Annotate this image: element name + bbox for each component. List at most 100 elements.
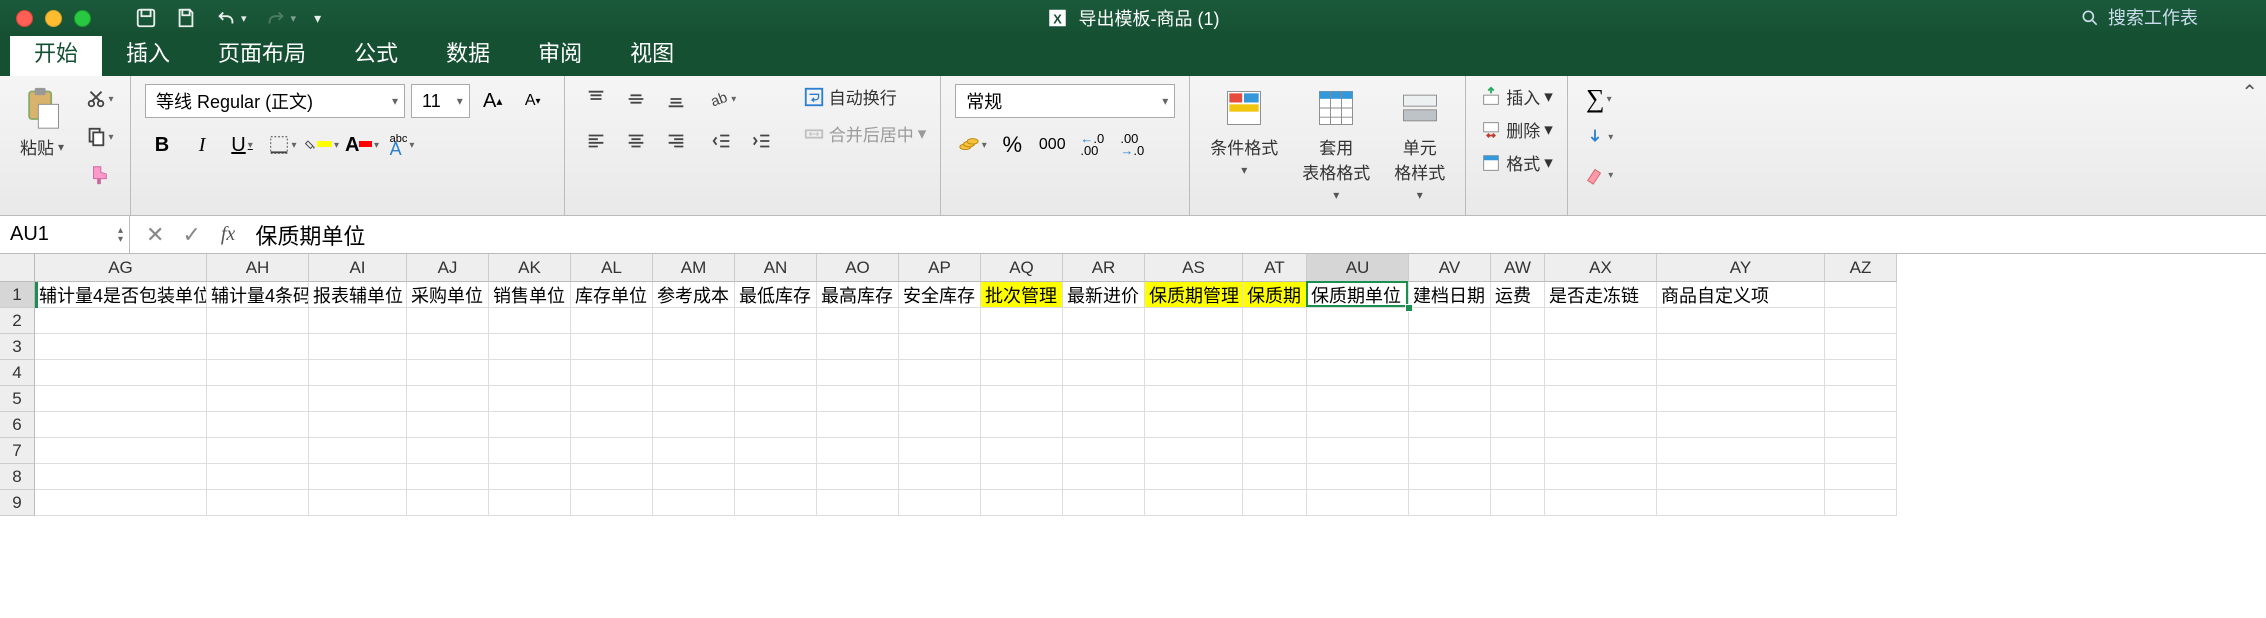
cell-AW6[interactable] <box>1491 412 1545 438</box>
cell-styles-button[interactable]: 单元 格样式▾ <box>1388 84 1451 204</box>
cell-AJ6[interactable] <box>407 412 489 438</box>
col-header-AJ[interactable]: AJ <box>407 254 489 282</box>
cell-AU4[interactable] <box>1307 360 1409 386</box>
tab-review[interactable]: 审阅 <box>514 30 606 76</box>
cell-AH6[interactable] <box>207 412 309 438</box>
cell-AP8[interactable] <box>899 464 981 490</box>
cell-AQ9[interactable] <box>981 490 1063 516</box>
cell-AY6[interactable] <box>1657 412 1825 438</box>
cell-AW8[interactable] <box>1491 464 1545 490</box>
cell-AJ2[interactable] <box>407 308 489 334</box>
cell-AV2[interactable] <box>1409 308 1491 334</box>
comma-button[interactable]: 000 <box>1035 130 1069 160</box>
col-header-AP[interactable]: AP <box>899 254 981 282</box>
insert-cells-button[interactable]: 插入▾ <box>1480 84 1553 109</box>
cell-AK1[interactable]: 销售单位 <box>489 282 571 308</box>
wrap-text-button[interactable]: 自动换行 <box>803 84 897 109</box>
fx-icon[interactable]: fx <box>217 223 247 246</box>
cell-AR6[interactable] <box>1063 412 1145 438</box>
minimize-window-button[interactable] <box>45 10 62 27</box>
cell-AV4[interactable] <box>1409 360 1491 386</box>
cell-AY8[interactable] <box>1657 464 1825 490</box>
cell-AM6[interactable] <box>653 412 735 438</box>
cell-AT9[interactable] <box>1243 490 1307 516</box>
col-header-AO[interactable]: AO <box>817 254 899 282</box>
cut-button[interactable]: ▾ <box>82 84 116 114</box>
cell-AH2[interactable] <box>207 308 309 334</box>
cell-AW2[interactable] <box>1491 308 1545 334</box>
cell-AM1[interactable]: 参考成本 <box>653 282 735 308</box>
cell-AL6[interactable] <box>571 412 653 438</box>
percent-button[interactable]: % <box>995 130 1029 160</box>
cell-AH7[interactable] <box>207 438 309 464</box>
cell-AZ5[interactable] <box>1825 386 1897 412</box>
col-header-AK[interactable]: AK <box>489 254 571 282</box>
close-window-button[interactable] <box>16 10 33 27</box>
cell-AR5[interactable] <box>1063 386 1145 412</box>
cell-AP6[interactable] <box>899 412 981 438</box>
col-header-AG[interactable]: AG <box>35 254 207 282</box>
cell-AY2[interactable] <box>1657 308 1825 334</box>
cell-AZ2[interactable] <box>1825 308 1897 334</box>
cell-AU1[interactable]: 保质期单位 <box>1307 282 1409 308</box>
cell-AO3[interactable] <box>817 334 899 360</box>
currency-button[interactable]: ▾ <box>955 130 989 160</box>
col-header-AU[interactable]: AU <box>1307 254 1409 282</box>
cell-AX2[interactable] <box>1545 308 1657 334</box>
cell-AM7[interactable] <box>653 438 735 464</box>
cell-AO4[interactable] <box>817 360 899 386</box>
fill-color-button[interactable]: ▾ <box>305 130 339 160</box>
cell-AI1[interactable]: 报表辅单位 <box>309 282 407 308</box>
align-top-button[interactable] <box>579 84 613 114</box>
cell-AL5[interactable] <box>571 386 653 412</box>
cell-AJ8[interactable] <box>407 464 489 490</box>
cell-AZ7[interactable] <box>1825 438 1897 464</box>
cell-AP1[interactable]: 安全库存 <box>899 282 981 308</box>
decrease-decimal-button[interactable]: .00→.0 <box>1115 130 1149 160</box>
cell-AW1[interactable]: 运费 <box>1491 282 1545 308</box>
col-header-AH[interactable]: AH <box>207 254 309 282</box>
cell-AX7[interactable] <box>1545 438 1657 464</box>
cell-AX4[interactable] <box>1545 360 1657 386</box>
cell-AM5[interactable] <box>653 386 735 412</box>
cell-AS8[interactable] <box>1145 464 1243 490</box>
align-middle-button[interactable] <box>619 84 653 114</box>
cell-AY9[interactable] <box>1657 490 1825 516</box>
tab-insert[interactable]: 插入 <box>102 30 194 76</box>
align-left-button[interactable] <box>579 126 613 156</box>
cells-area[interactable]: 辅计量4是否包装单位辅计量4条码报表辅单位采购单位销售单位库存单位参考成本最低库… <box>35 282 1897 516</box>
cell-AS1[interactable]: 保质期管理 <box>1145 282 1243 308</box>
cell-AK2[interactable] <box>489 308 571 334</box>
cell-AP2[interactable] <box>899 308 981 334</box>
tab-page-layout[interactable]: 页面布局 <box>194 30 330 76</box>
cell-AK3[interactable] <box>489 334 571 360</box>
cell-AN3[interactable] <box>735 334 817 360</box>
cell-AW5[interactable] <box>1491 386 1545 412</box>
bold-button[interactable]: B <box>145 130 179 160</box>
cell-AR9[interactable] <box>1063 490 1145 516</box>
cell-AJ5[interactable] <box>407 386 489 412</box>
cell-AT8[interactable] <box>1243 464 1307 490</box>
select-all-corner[interactable] <box>0 254 35 282</box>
cell-AH5[interactable] <box>207 386 309 412</box>
cell-AG3[interactable] <box>35 334 207 360</box>
name-box[interactable]: AU1 ▴▾ <box>0 216 130 253</box>
col-header-AL[interactable]: AL <box>571 254 653 282</box>
cell-AU8[interactable] <box>1307 464 1409 490</box>
cell-AL1[interactable]: 库存单位 <box>571 282 653 308</box>
cell-AX6[interactable] <box>1545 412 1657 438</box>
underline-button[interactable]: U▾ <box>225 130 259 160</box>
cell-AV6[interactable] <box>1409 412 1491 438</box>
cell-AO2[interactable] <box>817 308 899 334</box>
name-box-stepper[interactable]: ▴▾ <box>118 226 123 244</box>
spreadsheet-grid[interactable]: AGAHAIAJAKALAMANAOAPAQARASATAUAVAWAXAYAZ… <box>0 254 2266 618</box>
cell-AJ9[interactable] <box>407 490 489 516</box>
ribbon-collapse-button[interactable]: ⌃ <box>2241 80 2258 105</box>
cell-AT7[interactable] <box>1243 438 1307 464</box>
phonetic-button[interactable]: abcA▾ <box>385 130 419 160</box>
qat-customize-icon[interactable]: ▾ <box>314 10 321 27</box>
cell-AZ8[interactable] <box>1825 464 1897 490</box>
cell-AH3[interactable] <box>207 334 309 360</box>
cell-AZ3[interactable] <box>1825 334 1897 360</box>
col-header-AM[interactable]: AM <box>653 254 735 282</box>
